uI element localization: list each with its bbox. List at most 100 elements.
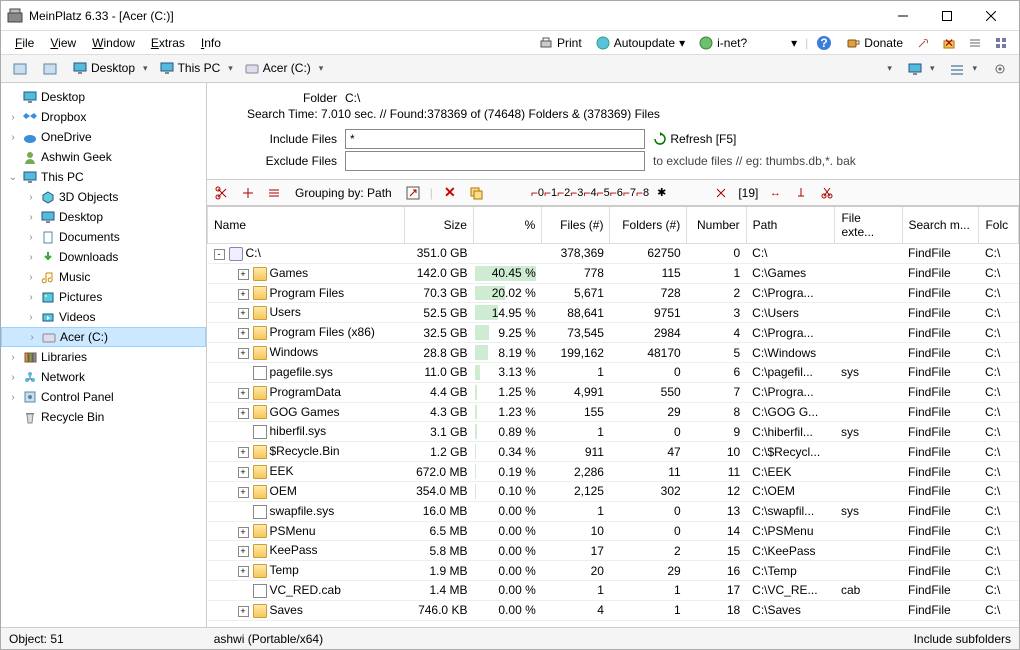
row-expander[interactable]: + (238, 546, 249, 557)
row-expander[interactable]: + (238, 408, 249, 419)
nav-monitor[interactable]: ▾ (902, 60, 941, 78)
tree-node-network[interactable]: ›Network (1, 367, 206, 387)
tree-twist-icon[interactable]: › (26, 332, 38, 343)
tree-twist-icon[interactable]: › (7, 112, 19, 123)
row-expander[interactable]: + (238, 566, 249, 577)
tree-node-downloads[interactable]: ›Downloads (1, 247, 206, 267)
level-6-button[interactable]: ⌐6 (610, 184, 623, 202)
table-row[interactable]: +Temp1.9 MB0.00 %202916C:\TempFindFileC:… (208, 561, 1019, 581)
col-4[interactable]: Folders (#) (610, 207, 687, 244)
tool-btn-5[interactable] (467, 184, 485, 202)
nav-list[interactable]: ▾ (944, 60, 983, 78)
menu-view[interactable]: View (42, 33, 84, 53)
tree-node-this-pc[interactable]: ⌄This PC (1, 167, 206, 187)
breadcrumb-1[interactable]: This PC▾ (154, 59, 239, 77)
menu-extras[interactable]: Extras (143, 33, 193, 53)
nav-back[interactable] (7, 60, 33, 78)
tool-btn-1[interactable] (213, 184, 231, 202)
table-row[interactable]: +KeePass5.8 MB0.00 %17215C:\KeePassFindF… (208, 541, 1019, 561)
row-expander[interactable]: - (214, 249, 225, 260)
level-all[interactable]: ✱ (657, 184, 666, 202)
table-header-row[interactable]: NameSize%Files (#)Folders (#)NumberPathF… (208, 207, 1019, 244)
breadcrumb-2[interactable]: Acer (C:)▾ (239, 59, 330, 77)
col-9[interactable]: Folc (979, 207, 1019, 244)
tree-node-3d-objects[interactable]: ›3D Objects (1, 187, 206, 207)
table-row[interactable]: +Saves746.0 KB0.00 %4118C:\SavesFindFile… (208, 600, 1019, 620)
table-row[interactable]: +$Recycle.Bin1.2 GB0.34 %9114710C:\$Recy… (208, 442, 1019, 462)
level-3-button[interactable]: ⌐3 (570, 184, 583, 202)
menu-window[interactable]: Window (84, 33, 143, 53)
tree-node-onedrive[interactable]: ›OneDrive (1, 127, 206, 147)
include-input[interactable] (345, 129, 645, 149)
level-0-button[interactable]: ⌐0 (531, 184, 544, 202)
col-8[interactable]: Search m... (902, 207, 979, 244)
tree-twist-icon[interactable]: › (7, 372, 19, 383)
table-row[interactable]: pagefile.sys11.0 GB3.13 %106C:\pagefil..… (208, 362, 1019, 382)
help-tool[interactable]: ? (810, 33, 838, 53)
table-row[interactable]: +GOG Games4.3 GB1.23 %155298C:\GOG G...F… (208, 402, 1019, 422)
level-2-button[interactable]: ⌐2 (557, 184, 570, 202)
tree-twist-icon[interactable]: › (25, 212, 37, 223)
minimize-button[interactable] (881, 2, 925, 30)
tree-node-recycle-bin[interactable]: Recycle Bin (1, 407, 206, 427)
tree-node-dropbox[interactable]: ›Dropbox (1, 107, 206, 127)
table-row[interactable]: +Users52.5 GB14.95 %88,64197513C:\UsersF… (208, 303, 1019, 323)
tree-node-libraries[interactable]: ›Libraries (1, 347, 206, 367)
row-expander[interactable]: + (238, 467, 249, 478)
tree-twist-icon[interactable]: ⌄ (7, 172, 19, 183)
tree-twist-icon[interactable]: › (25, 192, 37, 203)
tree-twist-icon[interactable]: › (25, 312, 37, 323)
table-row[interactable]: +EEK672.0 MB0.19 %2,2861111C:\EEKFindFil… (208, 462, 1019, 482)
tree-node-pictures[interactable]: ›Pictures (1, 287, 206, 307)
level-5-button[interactable]: ⌐5 (597, 184, 610, 202)
misc-tool-3[interactable] (963, 35, 987, 51)
breadcrumb-0[interactable]: Desktop▾ (67, 59, 154, 77)
table-row[interactable]: +Program Files70.3 GB20.02 %5,6717282C:\… (208, 283, 1019, 303)
col-0[interactable]: Name (208, 207, 405, 244)
col-2[interactable]: % (473, 207, 541, 244)
nav-dropdown[interactable]: ▾ (877, 61, 898, 76)
row-expander[interactable]: + (238, 527, 249, 538)
table-row[interactable]: VC_RED.cab1.4 MB0.00 %1117C:\VC_RE...cab… (208, 581, 1019, 601)
misc-tool-4[interactable] (989, 35, 1013, 51)
results-grid[interactable]: NameSize%Files (#)Folders (#)NumberPathF… (207, 206, 1019, 627)
level-1-button[interactable]: ⌐1 (544, 184, 557, 202)
tree-twist-icon[interactable]: › (25, 292, 37, 303)
autoupdate-tool[interactable]: Autoupdate ▾ (590, 34, 691, 52)
refresh-link[interactable]: Refresh [F5] (653, 132, 736, 147)
col-6[interactable]: Path (746, 207, 835, 244)
tree-node-music[interactable]: ›Music (1, 267, 206, 287)
menu-info[interactable]: Info (193, 33, 229, 53)
nav-up[interactable] (37, 60, 63, 78)
tree-twist-icon[interactable]: › (7, 352, 19, 363)
table-row[interactable]: -C:\351.0 GB378,369627500C:\FindFileC:\ (208, 244, 1019, 264)
row-expander[interactable]: + (238, 308, 249, 319)
tree-twist-icon[interactable]: › (25, 272, 37, 283)
tool-btn-2[interactable] (239, 184, 257, 202)
tree-twist-icon[interactable]: › (7, 392, 19, 403)
tree-node-videos[interactable]: ›Videos (1, 307, 206, 327)
tree-twist-icon[interactable]: › (7, 132, 19, 143)
table-row[interactable]: swapfile.sys16.0 MB0.00 %1013C:\swapfil.… (208, 501, 1019, 521)
col-3[interactable]: Files (#) (542, 207, 610, 244)
table-row[interactable]: hiberfil.sys3.1 GB0.89 %109C:\hiberfil..… (208, 422, 1019, 442)
tree-node-control-panel[interactable]: ›Control Panel (1, 387, 206, 407)
col-1[interactable]: Size (404, 207, 473, 244)
tree-twist-icon[interactable]: › (25, 252, 37, 263)
tree-node-documents[interactable]: ›Documents (1, 227, 206, 247)
row-expander[interactable]: + (238, 348, 249, 359)
close-button[interactable] (969, 2, 1013, 30)
table-row[interactable]: +OEM354.0 MB0.10 %2,12530212C:\OEMFindFi… (208, 481, 1019, 501)
row-expander[interactable]: + (238, 606, 249, 617)
inet-tool[interactable]: i-net? ▾ (693, 34, 803, 52)
maximize-button[interactable] (925, 2, 969, 30)
tool-btn-4[interactable] (404, 184, 422, 202)
row-expander[interactable]: + (238, 289, 249, 300)
col-7[interactable]: File exte... (835, 207, 902, 244)
tool-btn-7[interactable] (792, 184, 810, 202)
print-tool[interactable]: Print (533, 34, 588, 52)
table-row[interactable]: +Program Files (x86)32.5 GB9.25 %73,5452… (208, 323, 1019, 343)
row-expander[interactable]: + (238, 328, 249, 339)
donate-tool[interactable]: Donate (840, 34, 909, 52)
col-5[interactable]: Number (687, 207, 746, 244)
